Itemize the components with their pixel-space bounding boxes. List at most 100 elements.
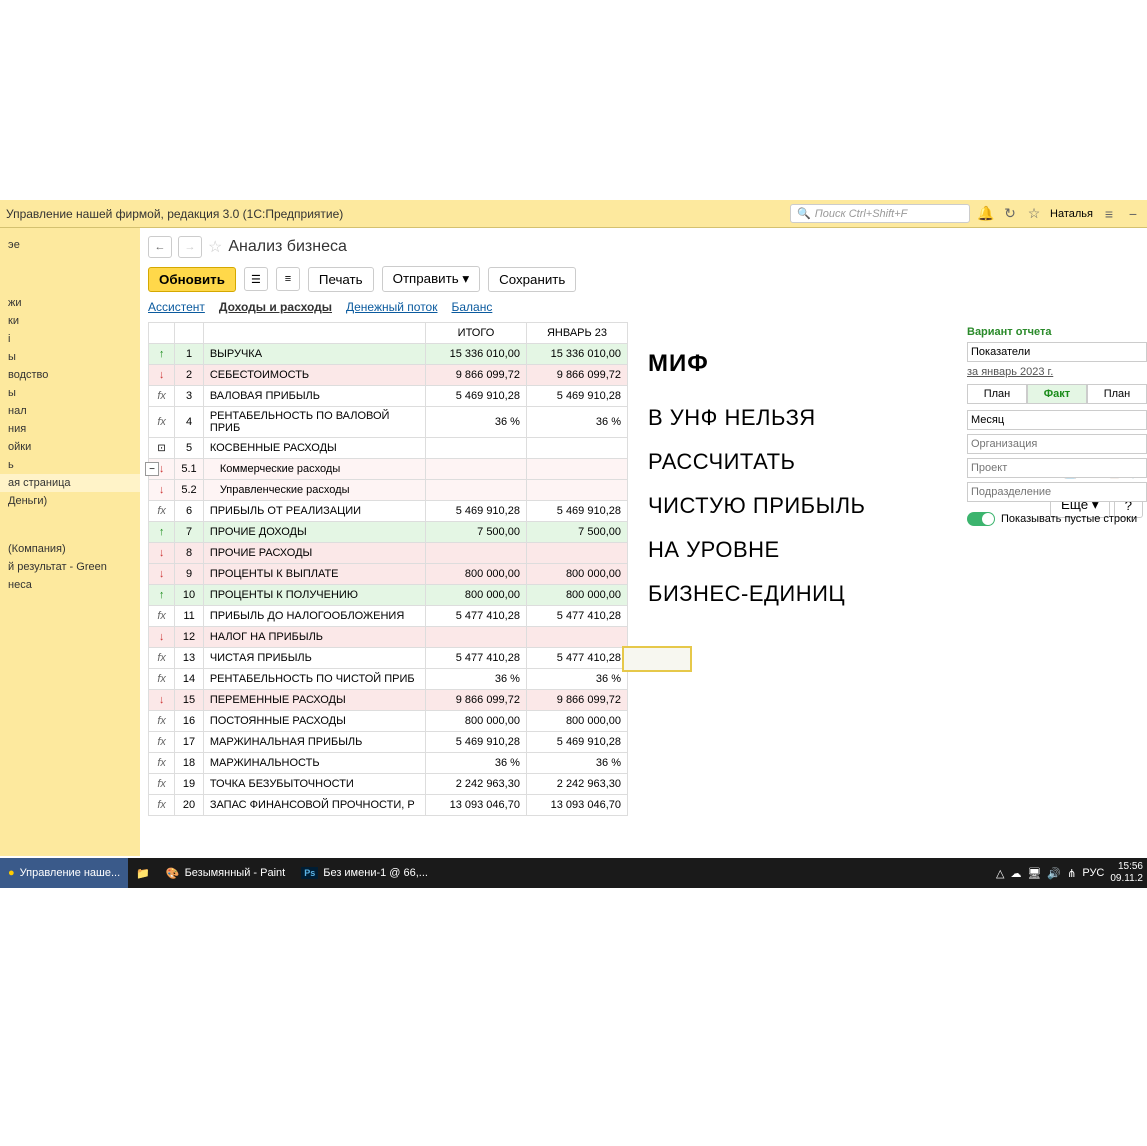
favorite-icon[interactable]: ☆ — [208, 237, 222, 257]
tray-usb-icon[interactable]: ⋔ — [1067, 867, 1076, 880]
row-indicator: fx — [149, 386, 175, 407]
row-number: 6 — [175, 501, 204, 522]
sidebar-item[interactable]: водство — [0, 366, 140, 384]
table-row[interactable]: ↓5.2Управленческие расходы — [149, 480, 628, 501]
project-input[interactable] — [967, 458, 1147, 478]
table-row[interactable]: ↑10ПРОЦЕНТЫ К ПОЛУЧЕНИЮ800 000,00800 000… — [149, 585, 628, 606]
save-button[interactable]: Сохранить — [488, 267, 576, 292]
tab-balance[interactable]: Баланс — [451, 300, 492, 314]
print-button[interactable]: Печать — [308, 267, 374, 292]
table-row[interactable]: fx18МАРЖИНАЛЬНОСТЬ36 %36 % — [149, 753, 628, 774]
sidebar-item[interactable]: ния — [0, 420, 140, 438]
tray-clock[interactable]: 15:56 09.11.2 — [1110, 861, 1143, 885]
minimize-icon[interactable]: − — [1125, 206, 1141, 222]
table-row[interactable]: ↓5.1Коммерческие расходы — [149, 459, 628, 480]
menu-icon[interactable]: ≡ — [1101, 206, 1117, 222]
tray-monitor-icon[interactable]: 🖥 — [1027, 867, 1041, 880]
tray-drive-icon[interactable]: △ — [996, 867, 1004, 880]
row-number: 7 — [175, 522, 204, 543]
tray-cloud-icon[interactable]: ☁ — [1010, 867, 1021, 880]
table-row[interactable]: ↓12НАЛОГ НА ПРИБЫЛЬ — [149, 627, 628, 648]
sidebar-item[interactable]: й результат - Green — [0, 558, 140, 576]
tab-assistant[interactable]: Ассистент — [148, 300, 205, 314]
sidebar-item[interactable]: Деньги) — [0, 492, 140, 510]
sidebar-item[interactable]: жи — [0, 294, 140, 312]
table-row[interactable]: fx3ВАЛОВАЯ ПРИБЫЛЬ5 469 910,285 469 910,… — [149, 386, 628, 407]
table-row[interactable]: ↓2СЕБЕСТОИМОСТЬ9 866 099,729 866 099,72 — [149, 365, 628, 386]
taskbar-paint[interactable]: 🎨 Безымянный - Paint — [158, 858, 293, 888]
table-row[interactable]: fx14РЕНТАБЕЛЬНОСТЬ ПО ЧИСТОЙ ПРИБ36 %36 … — [149, 669, 628, 690]
sidebar-item[interactable]: ки — [0, 312, 140, 330]
row-indicator: ↑ — [149, 585, 175, 606]
sidebar-item[interactable]: эе — [0, 236, 140, 254]
table-row[interactable]: fx16ПОСТОЯННЫЕ РАСХОДЫ800 000,00800 000,… — [149, 711, 628, 732]
collapse-toggle[interactable]: − — [145, 462, 159, 476]
show-empty-toggle[interactable] — [967, 512, 995, 526]
row-indicator: fx — [149, 669, 175, 690]
sidebar-item[interactable]: нал — [0, 402, 140, 420]
sidebar-item-active[interactable]: ая страница — [0, 474, 140, 492]
tab-cashflow[interactable]: Денежный поток — [346, 300, 437, 314]
send-button[interactable]: Отправить ▾ — [382, 266, 481, 292]
table-row[interactable]: fx20ЗАПАС ФИНАНСОВОЙ ПРОЧНОСТИ, Р13 093 … — [149, 795, 628, 816]
table-row[interactable]: ↑1ВЫРУЧКА15 336 010,0015 336 010,00 — [149, 344, 628, 365]
table-row[interactable]: fx4РЕНТАБЕЛЬНОСТЬ ПО ВАЛОВОЙ ПРИБ36 %36 … — [149, 407, 628, 438]
row-total: 36 % — [425, 407, 526, 438]
taskbar-photoshop[interactable]: Ps Без имени-1 @ 66,... — [293, 858, 436, 888]
table-row[interactable]: fx6ПРИБЫЛЬ ОТ РЕАЛИЗАЦИИ5 469 910,285 46… — [149, 501, 628, 522]
report-options-panel: Вариант отчета за январь 2023 г. План Фа… — [967, 326, 1147, 526]
update-button[interactable]: Обновить — [148, 267, 236, 292]
row-label: НАЛОГ НА ПРИБЫЛЬ — [203, 627, 425, 648]
row-indicator: fx — [149, 407, 175, 438]
chevron-down-icon: ▾ — [462, 271, 469, 286]
expand-all-icon[interactable]: ☰ — [244, 267, 268, 291]
seg-fact[interactable]: Факт — [1027, 384, 1087, 404]
table-row[interactable]: ↓15ПЕРЕМЕННЫЕ РАСХОДЫ9 866 099,729 866 0… — [149, 690, 628, 711]
sidebar-item[interactable]: неса — [0, 576, 140, 594]
table-row[interactable]: ↓9ПРОЦЕНТЫ К ВЫПЛАТЕ800 000,00800 000,00 — [149, 564, 628, 585]
collapse-all-icon[interactable]: ≡ — [276, 267, 300, 291]
sidebar-item[interactable]: ы — [0, 384, 140, 402]
row-month: 5 477 410,28 — [526, 606, 627, 627]
sidebar-item[interactable]: і — [0, 330, 140, 348]
bell-icon[interactable]: 🔔 — [978, 206, 994, 222]
row-indicator: fx — [149, 774, 175, 795]
tab-income-expenses[interactable]: Доходы и расходы — [219, 300, 332, 314]
star-icon[interactable]: ☆ — [1026, 206, 1042, 222]
table-row[interactable]: fx13ЧИСТАЯ ПРИБЫЛЬ5 477 410,285 477 410,… — [149, 648, 628, 669]
row-month: 5 469 910,28 — [526, 386, 627, 407]
row-month: 800 000,00 — [526, 711, 627, 732]
back-button[interactable]: ← — [148, 236, 172, 258]
table-row[interactable]: fx17МАРЖИНАЛЬНАЯ ПРИБЫЛЬ5 469 910,285 46… — [149, 732, 628, 753]
sidebar-item[interactable]: ь — [0, 456, 140, 474]
sidebar-item[interactable]: ы — [0, 348, 140, 366]
dept-input[interactable] — [967, 482, 1147, 502]
table-row[interactable]: ⊡5КОСВЕННЫЕ РАСХОДЫ — [149, 438, 628, 459]
seg-planfact[interactable]: План — [1087, 384, 1147, 404]
forward-button[interactable]: → — [178, 236, 202, 258]
tray-sound-icon[interactable]: 🔊 — [1047, 867, 1061, 880]
table-row[interactable]: fx11ПРИБЫЛЬ ДО НАЛОГООБЛОЖЕНИЯ5 477 410,… — [149, 606, 628, 627]
period-link[interactable]: за январь 2023 г. — [967, 366, 1147, 378]
sidebar: эе жи ки і ы водство ы нал ния ойки ь ая… — [0, 228, 140, 856]
variant-input[interactable] — [967, 342, 1147, 362]
table-row[interactable]: ↓8ПРОЧИЕ РАСХОДЫ — [149, 543, 628, 564]
tray-lang[interactable]: РУС — [1082, 867, 1104, 879]
row-label: ПРИБЫЛЬ ДО НАЛОГООБЛОЖЕНИЯ — [203, 606, 425, 627]
selected-cell[interactable] — [622, 646, 692, 672]
table-row[interactable]: ↑7ПРОЧИЕ ДОХОДЫ7 500,007 500,00 — [149, 522, 628, 543]
row-total — [425, 459, 526, 480]
month-input[interactable] — [967, 410, 1147, 430]
history-icon[interactable]: ↻ — [1002, 206, 1018, 222]
sidebar-item[interactable]: ойки — [0, 438, 140, 456]
taskbar-app-1c[interactable]: ● Управление наше... — [0, 858, 128, 888]
search-input[interactable]: 🔍 Поиск Ctrl+Shift+F — [790, 204, 970, 223]
seg-plan[interactable]: План — [967, 384, 1027, 404]
row-indicator: ↑ — [149, 522, 175, 543]
taskbar-explorer[interactable]: 📁 — [128, 858, 158, 888]
org-input[interactable] — [967, 434, 1147, 454]
table-row[interactable]: fx19ТОЧКА БЕЗУБЫТОЧНОСТИ2 242 963,302 24… — [149, 774, 628, 795]
taskbar: ● Управление наше... 📁 🎨 Безымянный - Pa… — [0, 858, 1147, 888]
sidebar-item[interactable]: (Компания) — [0, 540, 140, 558]
user-name[interactable]: Наталья — [1050, 208, 1093, 220]
